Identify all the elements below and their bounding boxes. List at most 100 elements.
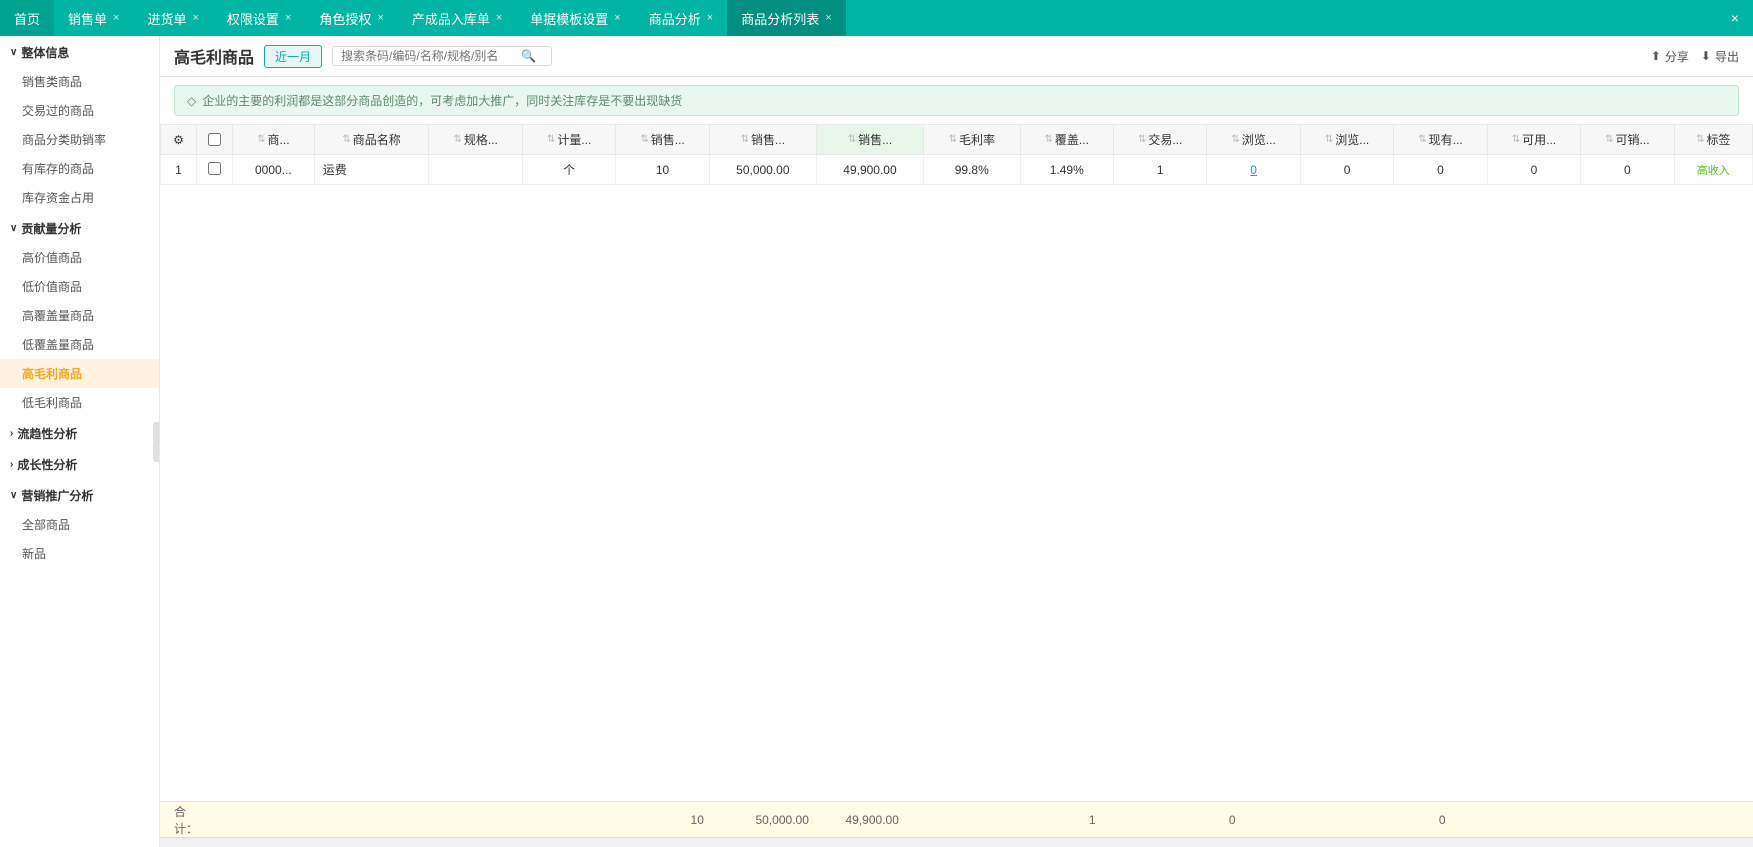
- sidebar-item-traded-goods[interactable]: 交易过的商品: [0, 96, 159, 125]
- tip-bar: ◇ 企业的主要的利润都是这部分商品创造的，可考虑加大推广，同时关注库存是不要出现…: [174, 85, 1739, 116]
- col-name[interactable]: ⇅ 商品名称: [314, 125, 429, 155]
- col-tag[interactable]: ⇅ 标签: [1674, 125, 1752, 155]
- sort-icon-spec: ⇅: [453, 134, 461, 145]
- search-box: 🔍: [332, 46, 552, 66]
- sidebar-item-instock-goods[interactable]: 有库存的商品: [0, 154, 159, 183]
- close-permission-settings-icon[interactable]: ×: [285, 12, 291, 24]
- close-sales-order-icon[interactable]: ×: [113, 12, 119, 24]
- footer-cell-sellable: 0: [1407, 813, 1477, 827]
- sidebar-item-stock-capital[interactable]: 库存资金占用: [0, 183, 159, 212]
- sidebar-item-sales-goods[interactable]: 销售类商品: [0, 67, 159, 96]
- close-product-inbound-icon[interactable]: ×: [496, 12, 502, 24]
- col-coverage[interactable]: ⇅ 覆盖...: [1020, 125, 1113, 155]
- main-layout: « ∨ 整体信息 销售类商品 交易过的商品 商品分类助销率 有库存的商品 库存资…: [0, 36, 1753, 847]
- cell-sales2: 50,000.00: [709, 155, 816, 185]
- sort-icon-available: ⇅: [1512, 134, 1520, 145]
- cell-sellable: 0: [1581, 155, 1674, 185]
- nav-product-inbound[interactable]: 产成品入库单 ×: [398, 0, 516, 36]
- nav-product-analysis-list[interactable]: 商品分析列表 ×: [727, 0, 845, 36]
- sidebar-item-high-coverage[interactable]: 高覆盖量商品: [0, 301, 159, 330]
- sort-icon-browse1: ⇅: [1231, 134, 1239, 145]
- col-gross-rate[interactable]: ⇅ 毛利率: [924, 125, 1020, 155]
- nav-product-analysis[interactable]: 商品分析 ×: [635, 0, 727, 36]
- col-sales3[interactable]: ⇅ 销售...: [816, 125, 923, 155]
- close-product-analysis-icon[interactable]: ×: [707, 12, 713, 24]
- close-product-analysis-list-icon[interactable]: ×: [825, 12, 831, 24]
- sidebar-item-new-goods[interactable]: 新品: [0, 539, 159, 568]
- sidebar-group-marketing[interactable]: ∨ 营销推广分析: [0, 479, 159, 510]
- nav-permission-settings[interactable]: 权限设置 ×: [213, 0, 305, 36]
- sidebar-group-growth-arrow: ›: [10, 459, 13, 470]
- sidebar-item-high-value[interactable]: 高价值商品: [0, 243, 159, 272]
- footer-cell-sales2: 50,000.00: [737, 813, 827, 827]
- sidebar-collapse-button[interactable]: «: [153, 422, 160, 462]
- col-browse2[interactable]: ⇅ 浏览...: [1300, 125, 1393, 155]
- close-role-auth-icon[interactable]: ×: [377, 12, 383, 24]
- table-row: 1 0000... 运费 个 10 50,000.00 49,900.00 99…: [161, 155, 1753, 185]
- nav-sales-order[interactable]: 销售单 ×: [54, 0, 133, 36]
- content-header: 高毛利商品 近一月 🔍 ⬆ 分享 ⬇ 导出: [160, 36, 1753, 77]
- browse1-link[interactable]: 0: [1250, 163, 1257, 177]
- settings-icon[interactable]: ⚙: [173, 133, 184, 147]
- sidebar-item-all-goods[interactable]: 全部商品: [0, 510, 159, 539]
- sort-icon-unit: ⇅: [547, 134, 555, 145]
- cell-transaction: 1: [1113, 155, 1206, 185]
- cell-checkbox: [197, 155, 233, 185]
- nav-template-settings[interactable]: 单据模板设置 ×: [516, 0, 634, 36]
- sidebar-item-low-value[interactable]: 低价值商品: [0, 272, 159, 301]
- cell-gross-rate: 99.8%: [924, 155, 1020, 185]
- col-browse1[interactable]: ⇅ 浏览...: [1207, 125, 1300, 155]
- col-spec[interactable]: ⇅ 规格...: [429, 125, 522, 155]
- export-button[interactable]: ⬇ 导出: [1701, 48, 1739, 65]
- nav-home[interactable]: 首页: [0, 0, 54, 36]
- sidebar-group-contribution[interactable]: ∨ 贡献量分析: [0, 212, 159, 243]
- sidebar-group-growth[interactable]: › 成长性分析: [0, 448, 159, 479]
- col-available[interactable]: ⇅ 可用...: [1487, 125, 1580, 155]
- table-header-row: ⚙ ⇅ 商...: [161, 125, 1753, 155]
- sort-icon-sales3: ⇅: [848, 134, 856, 145]
- sort-icon-tag: ⇅: [1696, 134, 1704, 145]
- col-current[interactable]: ⇅ 现有...: [1394, 125, 1487, 155]
- tip-icon: ◇: [187, 94, 196, 108]
- nav-role-auth[interactable]: 角色授权 ×: [305, 0, 397, 36]
- footer-cell-sales1: 10: [657, 813, 737, 827]
- col-unit[interactable]: ⇅ 计量...: [522, 125, 615, 155]
- col-transaction[interactable]: ⇅ 交易...: [1113, 125, 1206, 155]
- search-icon[interactable]: 🔍: [521, 49, 536, 63]
- sidebar-item-low-coverage[interactable]: 低覆盖量商品: [0, 330, 159, 359]
- col-sales1[interactable]: ⇅ 销售...: [616, 125, 709, 155]
- nav-purchase-order[interactable]: 进货单 ×: [133, 0, 212, 36]
- search-input[interactable]: [341, 49, 521, 63]
- sidebar-item-category-rate[interactable]: 商品分类助销率: [0, 125, 159, 154]
- sidebar-item-high-margin[interactable]: 高毛利商品: [0, 359, 159, 388]
- footer-cell-unit: [597, 813, 657, 827]
- period-button[interactable]: 近一月: [264, 45, 322, 68]
- sidebar-group-contribution-arrow: ∨: [10, 223, 17, 234]
- data-table: ⚙ ⇅ 商...: [160, 124, 1753, 185]
- footer-cell-gross: [917, 813, 987, 827]
- select-all-checkbox[interactable]: [208, 133, 221, 146]
- sidebar-item-low-margin[interactable]: 低毛利商品: [0, 388, 159, 417]
- header-actions: ⬆ 分享 ⬇ 导出: [1651, 48, 1739, 65]
- col-sellable[interactable]: ⇅ 可销...: [1581, 125, 1674, 155]
- footer-cell-name: [397, 813, 517, 827]
- close-purchase-order-icon[interactable]: ×: [192, 12, 198, 24]
- col-sales2[interactable]: ⇅ 销售...: [709, 125, 816, 155]
- col-code[interactable]: ⇅ 商...: [233, 125, 315, 155]
- sidebar-group-trend[interactable]: › 流趋性分析: [0, 417, 159, 448]
- col-seq: ⚙: [161, 125, 197, 155]
- row-checkbox[interactable]: [208, 162, 221, 175]
- sort-icon-transaction: ⇅: [1138, 134, 1146, 145]
- cell-spec: [429, 155, 522, 185]
- footer-cell-sales3: 49,900.00: [827, 813, 917, 827]
- share-icon: ⬆: [1651, 49, 1661, 63]
- bottom-scrollbar[interactable]: [160, 837, 1753, 847]
- share-button[interactable]: ⬆ 分享: [1651, 48, 1689, 65]
- close-template-settings-icon[interactable]: ×: [614, 12, 620, 24]
- close-all-tabs-button[interactable]: ×: [1717, 0, 1753, 36]
- sort-icon-current: ⇅: [1418, 134, 1426, 145]
- footer-cell-code: [317, 813, 397, 827]
- footer-cell-coverage: [987, 813, 1057, 827]
- sidebar-group-overall[interactable]: ∨ 整体信息: [0, 36, 159, 67]
- cell-sales1: 10: [616, 155, 709, 185]
